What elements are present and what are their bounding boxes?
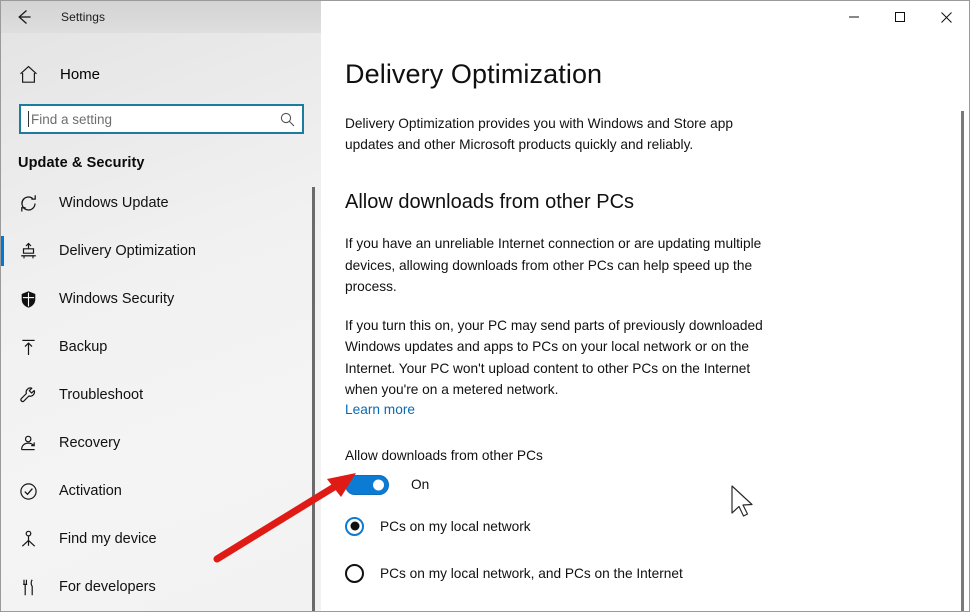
back-button[interactable] [1, 1, 47, 33]
settings-window: Settings Home Find a setting Update & Se… [0, 0, 970, 612]
developer-tools-icon [18, 577, 42, 598]
title-bar-left: Settings [1, 1, 321, 33]
learn-more-link[interactable]: Learn more [345, 402, 415, 417]
title-bar: Settings [1, 1, 969, 33]
sidebar-item-activation[interactable]: Activation [1, 467, 321, 515]
sidebar-item-for-developers[interactable]: For developers [1, 563, 321, 611]
sidebar-item-troubleshoot[interactable]: Troubleshoot [1, 371, 321, 419]
wrench-icon [18, 385, 42, 406]
text-caret [28, 111, 29, 127]
sidebar-item-windows-update[interactable]: Windows Update [1, 179, 321, 227]
sidebar-item-label: Windows Security [59, 291, 175, 307]
check-circle-icon [18, 481, 42, 502]
maximize-button[interactable] [877, 2, 923, 33]
sidebar-item-backup[interactable]: Backup [1, 323, 321, 371]
maximize-icon [895, 12, 905, 22]
find-my-device-icon [18, 529, 42, 550]
close-button[interactable] [923, 2, 969, 33]
sidebar-item-label: For developers [59, 579, 156, 595]
allow-downloads-toggle[interactable] [345, 474, 389, 495]
main-content: Delivery Optimization Delivery Optimizat… [321, 33, 969, 611]
radio-button[interactable] [345, 563, 364, 583]
upload-arrow-icon [18, 337, 42, 358]
intro-text: Delivery Optimization provides you with … [345, 116, 733, 152]
sidebar-item-find-my-device[interactable]: Find my device [1, 515, 321, 563]
sidebar: Home Update & Security [1, 33, 321, 611]
close-icon [940, 11, 952, 23]
main-scrollbar[interactable] [961, 111, 964, 611]
toggle-state-label: On [411, 477, 430, 492]
page-title: Delivery Optimization [345, 59, 603, 89]
radio-option-local-network[interactable]: PCs on my local network [345, 516, 969, 536]
sidebar-item-label: Troubleshoot [59, 387, 144, 403]
delivery-optimization-icon [18, 241, 42, 262]
sidebar-item-label: Windows Update [59, 195, 169, 211]
sidebar-nav-list: Windows Update Delivery Optimization Win… [1, 179, 321, 611]
radio-option-local-and-internet[interactable]: PCs on my local network, and PCs on the … [345, 563, 969, 583]
sidebar-item-label: Backup [59, 339, 108, 355]
sidebar-item-label: Recovery [59, 435, 121, 451]
search-input[interactable] [21, 106, 272, 132]
sidebar-item-windows-security[interactable]: Windows Security [1, 275, 321, 323]
paragraph-1: If you have an unreliable Internet conne… [345, 236, 762, 294]
search-icon[interactable] [272, 111, 302, 128]
sidebar-item-recovery[interactable]: Recovery [1, 419, 321, 467]
search-box[interactable] [19, 104, 304, 134]
sidebar-section-title: Update & Security [18, 155, 145, 171]
radio-label: PCs on my local network [380, 518, 531, 534]
back-arrow-icon [18, 10, 31, 24]
sidebar-home-label: Home [60, 65, 101, 83]
toggle-caption: Allow downloads from other PCs [345, 447, 543, 463]
allow-downloads-toggle-row: On [345, 474, 969, 495]
paragraph-2: If you turn this on, your PC may send pa… [345, 317, 763, 398]
sidebar-item-label: Find my device [59, 531, 157, 547]
section-heading: Allow downloads from other PCs [345, 191, 635, 213]
window-title: Settings [61, 10, 106, 24]
radio-button[interactable] [345, 516, 364, 536]
refresh-icon [18, 193, 42, 214]
radio-label: PCs on my local network, and PCs on the … [380, 565, 683, 581]
sidebar-item-label: Activation [59, 483, 122, 499]
sidebar-scrollbar[interactable] [312, 187, 315, 611]
toggle-knob [373, 479, 384, 490]
sidebar-item-label: Delivery Optimization [59, 243, 196, 259]
selection-indicator [1, 236, 4, 266]
minimize-icon [849, 16, 859, 18]
minimize-button[interactable] [831, 2, 877, 33]
recovery-icon [18, 433, 42, 454]
window-controls [321, 1, 969, 33]
shield-icon [18, 289, 42, 310]
sidebar-item-delivery-optimization[interactable]: Delivery Optimization [1, 227, 321, 275]
home-icon [18, 64, 46, 85]
sidebar-item-home[interactable]: Home [1, 54, 321, 94]
